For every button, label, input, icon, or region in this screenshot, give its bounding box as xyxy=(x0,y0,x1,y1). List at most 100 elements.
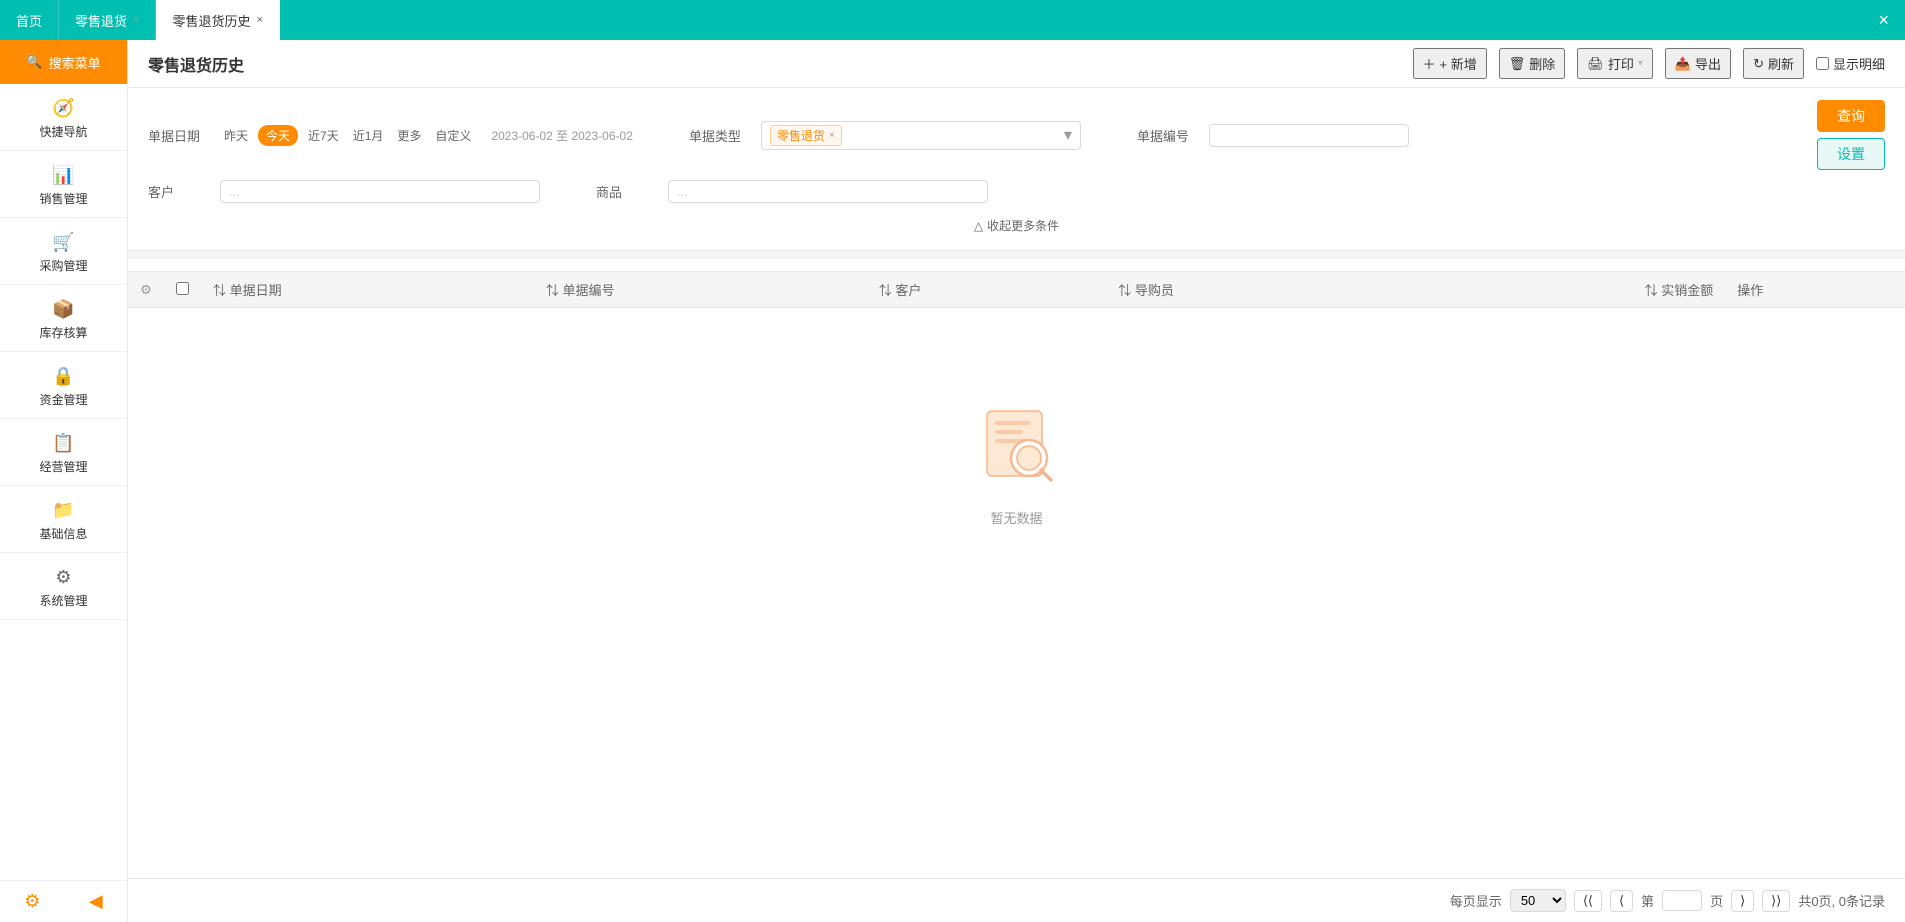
next-page-button[interactable]: ⟩ xyxy=(1731,890,1754,912)
date-btn-yesterday[interactable]: 昨天 xyxy=(220,125,252,146)
page-title: 零售退货历史 xyxy=(148,52,244,76)
add-label: + 新增 xyxy=(1440,54,1477,73)
col-amount[interactable]: ⇅ 实销金额 xyxy=(1392,272,1725,308)
goods-placeholder: ... xyxy=(677,184,688,199)
customer-placeholder: ... xyxy=(229,184,240,199)
sidebar-item-label: 采购管理 xyxy=(39,257,87,274)
set-button[interactable]: 设置 xyxy=(1817,138,1885,170)
search-icon: 🔍 xyxy=(26,54,42,70)
select-all-checkbox[interactable] xyxy=(176,282,189,295)
col-guide[interactable]: ⇅ 导购员 xyxy=(1106,272,1392,308)
page-unit: 页 xyxy=(1710,891,1723,910)
filter-area: 单据日期 昨天 今天 近7天 近1月 更多 自定义 2023-06-02 至 2… xyxy=(128,88,1905,251)
collapse-sidebar-icon[interactable]: ◀ xyxy=(89,891,103,912)
sales-mgmt-icon: 📊 xyxy=(52,165,74,186)
date-btn-7days[interactable]: 近7天 xyxy=(304,125,343,146)
sidebar: 🔍 搜索菜单 🧭 快捷导航 📊 销售管理 🛒 采购管理 📦 库存核算 🔒 资金管… xyxy=(0,40,128,922)
sidebar-item-label: 经营管理 xyxy=(39,458,87,475)
last-page-button[interactable]: ⟩⟩ xyxy=(1762,890,1790,912)
collapse-label: 收起更多条件 xyxy=(987,217,1059,234)
first-page-button[interactable]: ⟨⟨ xyxy=(1574,890,1602,912)
table-checkbox-col[interactable] xyxy=(164,272,201,308)
goods-filter-label: 商品 xyxy=(596,182,652,201)
sidebar-item-sys-mgmt[interactable]: ⚙ 系统管理 xyxy=(0,553,127,620)
refresh-button[interactable]: ↻ 刷新 xyxy=(1743,48,1804,79)
date-btn-custom[interactable]: 自定义 xyxy=(431,125,475,146)
empty-text: 暂无数据 xyxy=(990,508,1042,527)
prev-page-button[interactable]: ⟨ xyxy=(1610,890,1633,912)
quick-nav-icon: 🧭 xyxy=(52,98,74,119)
tab-home[interactable]: 首页 xyxy=(0,0,59,40)
collapse-btn[interactable]: △ 收起更多条件 xyxy=(148,213,1885,238)
type-tag: 零售退货 × xyxy=(770,125,842,146)
display-label: 显示明细 xyxy=(1833,54,1885,73)
pagination: 每页显示 20 50 100 ⟨⟨ ⟨ 第 1 页 ⟩ ⟩⟩ 共0页, 0条记录 xyxy=(128,878,1905,922)
date-btn-1month[interactable]: 近1月 xyxy=(349,125,388,146)
sidebar-item-label: 快捷导航 xyxy=(39,123,87,140)
empty-state-icon xyxy=(967,396,1067,496)
type-filter-label: 单据类型 xyxy=(689,126,745,145)
tab-retail-return-close[interactable]: × xyxy=(133,14,139,26)
tab-retail-return-history[interactable]: 零售退货历史 × xyxy=(156,0,279,40)
tab-retail-return-history-close[interactable]: × xyxy=(256,14,262,26)
display-checkbox[interactable] xyxy=(1816,57,1829,70)
col-customer[interactable]: ⇅ 客户 xyxy=(867,272,1106,308)
order-no-label: 单据编号 xyxy=(1137,126,1193,145)
export-button[interactable]: 📤 导出 xyxy=(1665,48,1731,79)
col-date[interactable]: ⇅ 单据日期 xyxy=(201,272,534,308)
delete-label: 删除 xyxy=(1529,54,1555,73)
table-settings-col[interactable]: ⚙ xyxy=(128,272,164,308)
sidebar-item-label: 系统管理 xyxy=(39,592,87,609)
sidebar-item-sales-mgmt[interactable]: 📊 销售管理 xyxy=(0,151,127,218)
refresh-label: 刷新 xyxy=(1768,54,1794,73)
col-order-no[interactable]: ⇅ 单据编号 xyxy=(534,272,867,308)
tab-home-label: 首页 xyxy=(16,11,42,30)
settings-bottom-icon[interactable]: ⚙ xyxy=(24,891,40,912)
table-body: 暂无数据 xyxy=(128,308,1905,616)
date-filter-label: 单据日期 xyxy=(148,126,204,145)
page-number-input[interactable]: 1 xyxy=(1662,890,1702,911)
sidebar-search-label: 搜索菜单 xyxy=(49,53,101,72)
sidebar-item-purchase-mgmt[interactable]: 🛒 采购管理 xyxy=(0,218,127,285)
sidebar-item-ops-mgmt[interactable]: 📋 经营管理 xyxy=(0,419,127,486)
print-button[interactable]: 🖨 打印 ▾ xyxy=(1577,48,1653,79)
type-dropdown[interactable]: 零售退货 × ▾ xyxy=(761,121,1081,150)
top-bar-right: × xyxy=(1878,0,1905,40)
tab-retail-return[interactable]: 零售退货 × xyxy=(59,0,156,40)
sidebar-item-inventory[interactable]: 📦 库存核算 xyxy=(0,285,127,352)
sidebar-item-label: 基础信息 xyxy=(39,525,87,542)
filter-actions: 查询 设置 xyxy=(1817,100,1885,170)
delete-button[interactable]: 🗑 删除 xyxy=(1499,48,1566,79)
customer-filter-label: 客户 xyxy=(148,182,204,201)
empty-state: 暂无数据 xyxy=(140,316,1893,607)
total-label: 共0页, 0条记录 xyxy=(1798,891,1885,910)
main-layout: 🔍 搜索菜单 🧭 快捷导航 📊 销售管理 🛒 采购管理 📦 库存核算 🔒 资金管… xyxy=(0,40,1905,922)
per-page-select[interactable]: 20 50 100 xyxy=(1510,889,1566,912)
type-dropdown-chevron: ▾ xyxy=(1064,125,1072,145)
sidebar-item-label: 资金管理 xyxy=(39,391,87,408)
empty-state-row: 暂无数据 xyxy=(128,308,1905,616)
add-button[interactable]: ＋ + 新增 xyxy=(1413,48,1487,79)
customer-input[interactable]: ... xyxy=(220,180,540,203)
data-table: ⚙ ⇅ 单据日期 ⇅ 单据编号 ⇅ xyxy=(128,272,1905,615)
window-close-button[interactable]: × xyxy=(1878,10,1889,31)
sidebar-bottom: ⚙ ◀ xyxy=(0,880,127,922)
sidebar-item-finance-mgmt[interactable]: 🔒 资金管理 xyxy=(0,352,127,419)
basic-info-icon: 📁 xyxy=(52,500,74,521)
sidebar-item-basic-info[interactable]: 📁 基础信息 xyxy=(0,486,127,553)
date-btn-today[interactable]: 今天 xyxy=(258,125,298,146)
table-wrapper: ⚙ ⇅ 单据日期 ⇅ 单据编号 ⇅ xyxy=(128,259,1905,878)
date-btn-more[interactable]: 更多 xyxy=(393,125,425,146)
type-tag-close[interactable]: × xyxy=(829,130,835,141)
page-header: 零售退货历史 ＋ + 新增 🗑 删除 🖨 打印 ▾ 📤 导出 xyxy=(128,40,1905,88)
add-icon: ＋ xyxy=(1423,54,1436,73)
sys-mgmt-icon: ⚙ xyxy=(55,567,71,588)
sidebar-item-quick-nav[interactable]: 🧭 快捷导航 xyxy=(0,84,127,151)
goods-input[interactable]: ... xyxy=(668,180,988,203)
delete-icon: 🗑 xyxy=(1509,56,1526,72)
display-toggle[interactable]: 显示明细 xyxy=(1816,54,1885,73)
sidebar-search[interactable]: 🔍 搜索菜单 xyxy=(0,40,127,84)
query-button[interactable]: 查询 xyxy=(1817,100,1885,132)
order-no-input[interactable] xyxy=(1209,124,1409,147)
col-action: 操作 xyxy=(1725,272,1905,308)
